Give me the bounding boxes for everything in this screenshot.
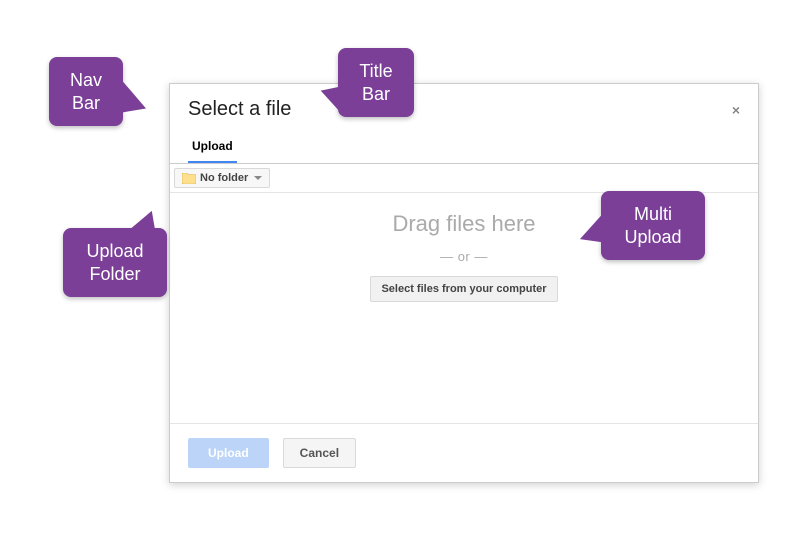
- nav-tabbar: Upload: [170, 127, 758, 164]
- annotation-title-bar: Title Bar: [338, 48, 414, 117]
- select-files-button[interactable]: Select files from your computer: [370, 276, 557, 302]
- dialog-header: Select a file ×: [170, 84, 758, 127]
- tab-upload[interactable]: Upload: [188, 133, 237, 164]
- dialog-footer: Upload Cancel: [170, 424, 758, 482]
- close-icon[interactable]: ×: [732, 103, 740, 117]
- upload-button[interactable]: Upload: [188, 438, 269, 468]
- annotation-nav-bar: Nav Bar: [49, 57, 123, 126]
- file-picker-dialog: Select a file × Upload No folder Drag fi…: [169, 83, 759, 483]
- folder-button-label: No folder: [200, 172, 248, 184]
- annotation-multi-upload: Multi Upload: [601, 191, 705, 260]
- folder-icon: [182, 173, 196, 184]
- annotation-upload-folder: Upload Folder: [63, 228, 167, 297]
- folder-select-button[interactable]: No folder: [174, 168, 270, 188]
- chevron-down-icon: [254, 176, 262, 180]
- or-separator: — or —: [440, 249, 488, 264]
- dialog-title: Select a file: [188, 98, 291, 121]
- drag-files-label: Drag files here: [392, 211, 535, 237]
- cancel-button[interactable]: Cancel: [283, 438, 356, 468]
- toolbar: No folder: [170, 164, 758, 193]
